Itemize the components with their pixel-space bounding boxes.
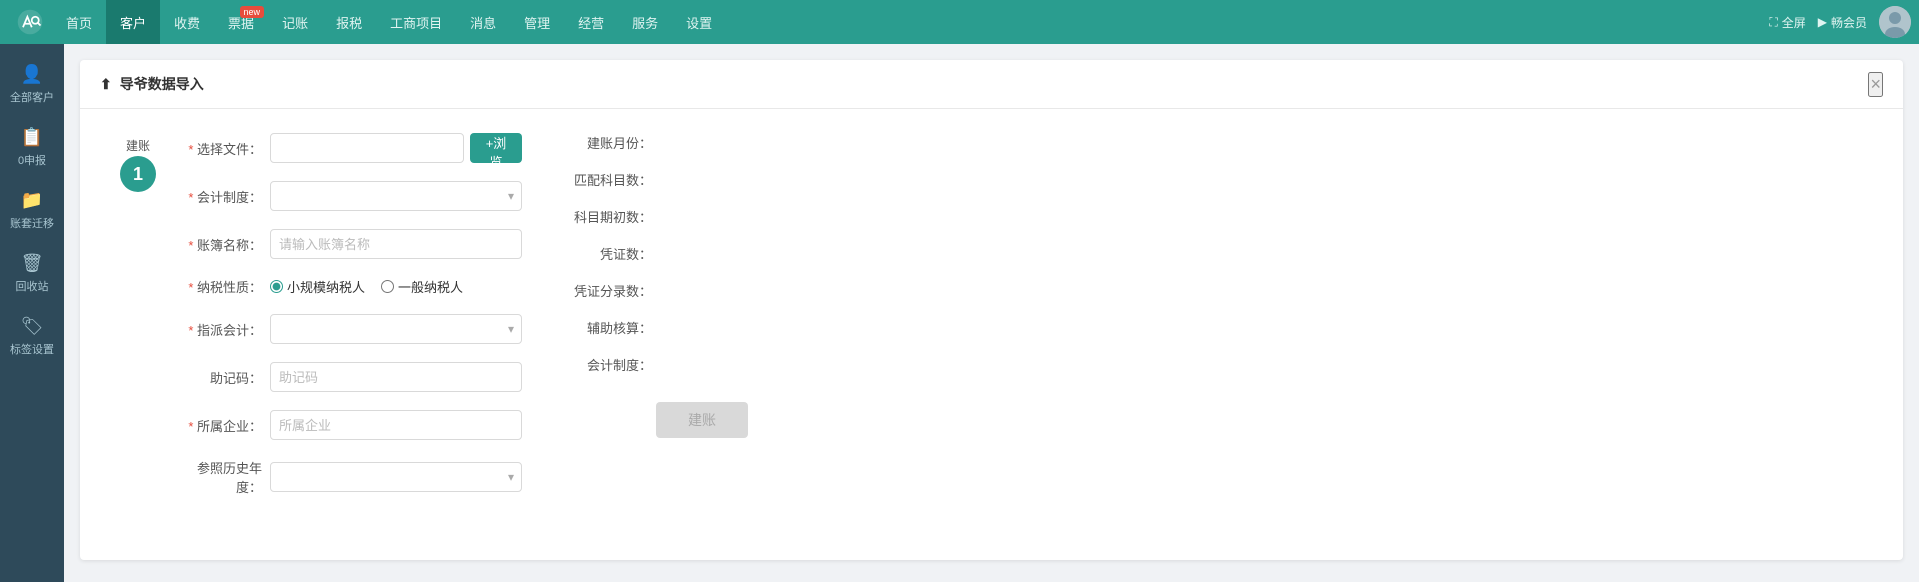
step-form-wrap: 建账 1 * 选择文件： +浏览 — [120, 133, 522, 514]
accounting-system-label: * 会计制度： — [182, 187, 262, 206]
voucher-entry-row: 凭证分录数： — [562, 281, 842, 300]
accountant-select-wrap — [270, 314, 522, 344]
member-icon: ▶ — [1818, 15, 1827, 29]
tax-type-label: * 纳税性质： — [182, 277, 262, 296]
nav-item-customers[interactable]: 客户 — [106, 0, 160, 44]
company-input[interactable] — [270, 410, 522, 440]
voucher-entry-label: 凭证分录数： — [562, 281, 652, 300]
left-form: * 选择文件： +浏览 * 会计制度： — [182, 133, 522, 514]
accounting-system-select[interactable] — [270, 181, 522, 211]
company-row: * 所属企业： — [182, 410, 522, 440]
sidebar: 👤 全部客户 📋 0申报 📁 账套迁移 🗑 回收站 🏷 标签设置 — [0, 44, 64, 582]
small-taxpayer-radio[interactable] — [270, 280, 283, 293]
nav-item-bookkeeping[interactable]: 记账 — [268, 0, 322, 44]
nav-item-settings[interactable]: 设置 — [672, 0, 726, 44]
nav-right: ⛶ 全屏 ▶ 畅会员 — [1769, 6, 1911, 38]
top-nav: 首页 客户 收费 票据 new 记账 报税 工商项目 消息 管理 经营 服务 设… — [0, 0, 1919, 44]
nav-item-fees[interactable]: 收费 — [160, 0, 214, 44]
initial-balance-row: 科目期初数： — [562, 207, 842, 226]
tax-type-radio-group: 小规模纳税人 一般纳税人 — [270, 277, 522, 296]
sidebar-item-recycle[interactable]: 🗑 回收站 — [0, 243, 64, 302]
ledger-name-input[interactable] — [270, 229, 522, 259]
ledger-name-label: * 账簿名称： — [182, 235, 262, 254]
aux-accounting-row: 辅助核算： — [562, 318, 842, 337]
file-label: * 选择文件： — [182, 139, 262, 158]
memo-input[interactable] — [270, 362, 522, 392]
nav-item-messages[interactable]: 消息 — [456, 0, 510, 44]
memo-row: 助记码： — [182, 362, 522, 392]
history-year-label: 参照历史年度： — [182, 458, 262, 496]
sidebar-item-migrate[interactable]: 📁 账套迁移 — [0, 180, 64, 239]
right-form: 建账月份： 匹配科目数： 科目期初数： 凭证数： — [562, 133, 842, 514]
trash-icon: 🗑 — [21, 253, 44, 274]
voucher-count-row: 凭证数： — [562, 244, 842, 263]
sidebar-item-tags[interactable]: 🏷 标签设置 — [0, 306, 64, 365]
sidebar-item-zero-declaration[interactable]: 📋 0申报 — [0, 117, 64, 176]
memo-label: 助记码： — [182, 368, 262, 387]
voucher-count-label: 凭证数： — [562, 244, 652, 263]
nav-item-home[interactable]: 首页 — [52, 0, 106, 44]
nav-item-tickets[interactable]: 票据 new — [214, 0, 268, 44]
history-year-select-wrap — [270, 462, 522, 492]
dialog-panel: ⬆ 导爷数据导入 × 建账 1 — [80, 60, 1903, 560]
avatar[interactable] — [1879, 6, 1911, 38]
nav-logo — [8, 0, 52, 44]
ledger-name-row: * 账簿名称： — [182, 229, 522, 259]
accountant-row: * 指派会计： — [182, 314, 522, 344]
content-area: ⬆ 导爷数据导入 × 建账 1 — [64, 44, 1919, 582]
import-icon: ⬆ — [100, 76, 112, 93]
nav-item-management[interactable]: 管理 — [510, 0, 564, 44]
fullscreen-btn[interactable]: ⛶ 全屏 — [1769, 14, 1805, 31]
nav-item-operations[interactable]: 经营 — [564, 0, 618, 44]
dialog-title: 导爷数据导入 — [120, 74, 204, 94]
right-accounting-system-row: 会计制度： — [562, 355, 842, 374]
history-year-select[interactable] — [270, 462, 522, 492]
accounting-system-select-wrap — [270, 181, 522, 211]
tax-type-row: * 纳税性质： 小规模纳税人 一般纳税人 — [182, 277, 522, 296]
file-row: * 选择文件： +浏览 — [182, 133, 522, 163]
accounting-system-row: * 会计制度： — [182, 181, 522, 211]
step-indicator: 建账 1 — [120, 133, 156, 192]
fullscreen-icon: ⛶ — [1769, 15, 1777, 30]
tag-icon: 🏷 — [21, 316, 44, 337]
file-input[interactable] — [270, 133, 464, 163]
new-badge: new — [240, 6, 265, 18]
step-circle: 1 — [120, 156, 156, 192]
file-input-group: +浏览 — [270, 133, 522, 163]
member-btn[interactable]: ▶ 畅会员 — [1818, 14, 1867, 31]
general-taxpayer-radio[interactable] — [381, 280, 394, 293]
dialog-header: ⬆ 导爷数据导入 — [80, 60, 1903, 109]
initial-balance-label: 科目期初数： — [562, 207, 652, 226]
small-taxpayer-option[interactable]: 小规模纳税人 — [270, 277, 365, 296]
close-button[interactable]: × — [1868, 72, 1883, 97]
right-accounting-system-label: 会计制度： — [562, 355, 652, 374]
aux-accounting-label: 辅助核算： — [562, 318, 652, 337]
declaration-icon: 📋 — [21, 127, 43, 148]
migrate-icon: 📁 — [21, 190, 43, 211]
step-label: 建账 — [126, 137, 150, 154]
form-area: 建账 1 * 选择文件： +浏览 — [80, 109, 1903, 538]
accountant-select[interactable] — [270, 314, 522, 344]
history-year-row: 参照历史年度： — [182, 458, 522, 496]
browse-button[interactable]: +浏览 — [470, 133, 522, 163]
general-taxpayer-option[interactable]: 一般纳税人 — [381, 277, 463, 296]
nav-item-services[interactable]: 服务 — [618, 0, 672, 44]
company-label: * 所属企业： — [182, 416, 262, 435]
nav-item-business[interactable]: 工商项目 — [376, 0, 456, 44]
build-month-label: 建账月份： — [562, 133, 652, 152]
build-month-row: 建账月份： — [562, 133, 842, 152]
match-subject-row: 匹配科目数： — [562, 170, 842, 189]
build-account-button[interactable]: 建账 — [656, 402, 748, 438]
main-layout: 👤 全部客户 📋 0申报 📁 账套迁移 🗑 回收站 🏷 标签设置 ⬆ 导爷数据导… — [0, 44, 1919, 582]
sidebar-item-all-customers[interactable]: 👤 全部客户 — [0, 54, 64, 113]
nav-item-tax[interactable]: 报税 — [322, 0, 376, 44]
match-subject-label: 匹配科目数： — [562, 170, 652, 189]
accountant-label: * 指派会计： — [182, 320, 262, 339]
person-icon: 👤 — [21, 64, 43, 85]
